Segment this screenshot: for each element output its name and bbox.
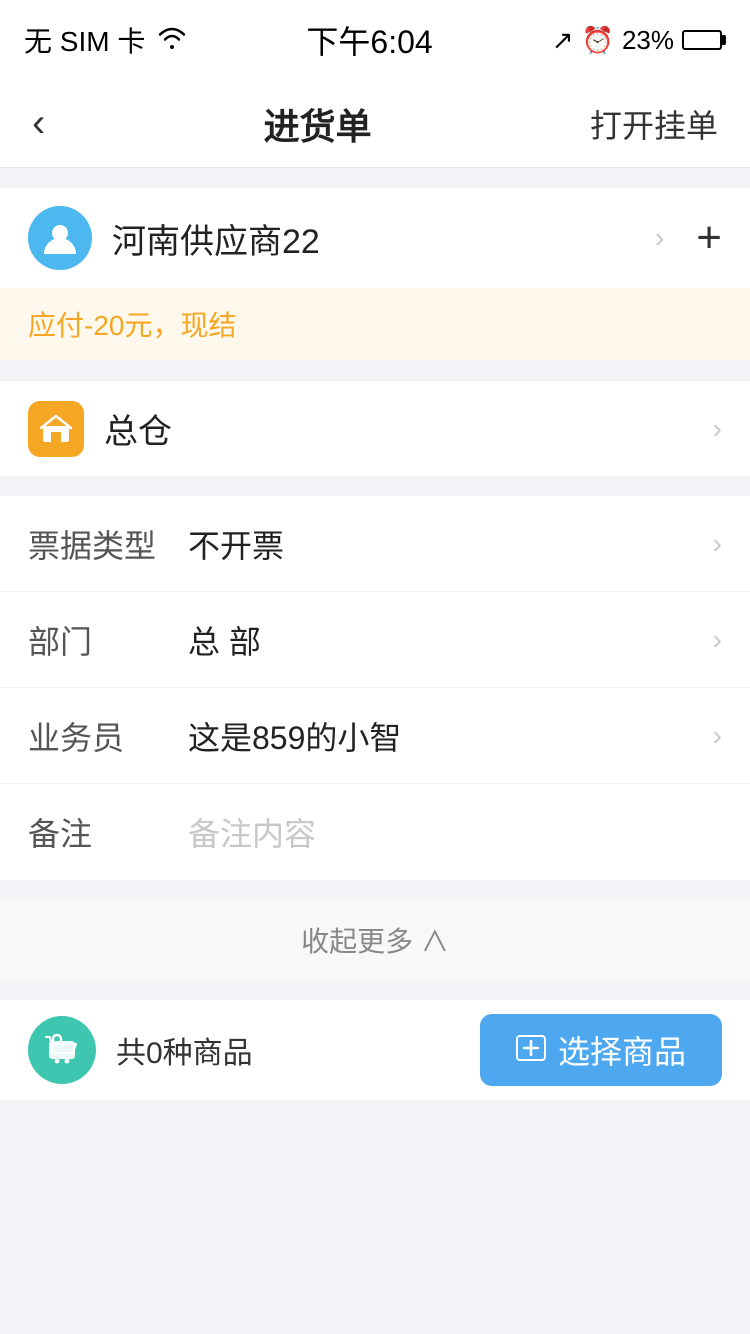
supplier-section: 河南供应商22 › + 应付-20元，现结 [0, 188, 750, 360]
notice-text: 应付-20元，现结 [28, 310, 236, 341]
cart-icon [28, 1016, 96, 1084]
select-product-icon [516, 1032, 546, 1069]
salesperson-row[interactable]: 业务员 这是859的小智 › [0, 688, 750, 784]
open-pending-button[interactable]: 打开挂单 [590, 101, 718, 147]
back-button[interactable]: ‹ [32, 101, 45, 146]
invoice-type-row[interactable]: 票据类型 不开票 › [0, 496, 750, 592]
invoice-chevron-icon: › [713, 528, 722, 560]
collapse-label: 收起更多 ∧ [301, 920, 449, 960]
warehouse-chevron-icon: › [713, 413, 722, 445]
department-row[interactable]: 部门 总 部 › [0, 592, 750, 688]
form-section: 票据类型 不开票 › 部门 总 部 › 业务员 这是859的小智 › 备注 备注… [0, 496, 750, 880]
remark-label: 备注 [28, 809, 168, 855]
bottom-bar: 共0种商品 选择商品 [0, 1000, 750, 1100]
department-label: 部门 [28, 617, 168, 663]
remark-value[interactable]: 备注内容 [168, 809, 722, 855]
battery-percent: 23% [622, 25, 674, 56]
battery-icon [682, 30, 726, 50]
department-chevron-icon: › [713, 624, 722, 656]
add-supplier-button[interactable]: + [696, 216, 722, 260]
invoice-type-label: 票据类型 [28, 521, 168, 567]
spacer-2 [0, 360, 750, 380]
select-product-button[interactable]: 选择商品 [480, 1014, 722, 1086]
location-icon: ↗ [552, 25, 574, 56]
status-time: 下午6:04 [306, 17, 432, 63]
salesperson-value: 这是859的小智 [168, 713, 713, 759]
alarm-icon: ⏰ [582, 25, 614, 56]
supplier-avatar [28, 206, 92, 270]
supplier-name: 河南供应商22 [112, 214, 655, 263]
warehouse-section: 总仓 › [0, 380, 750, 476]
sim-label: 无 SIM 卡 [24, 20, 145, 60]
wifi-icon [157, 24, 187, 56]
spacer-1 [0, 168, 750, 188]
supplier-chevron-icon: › [655, 222, 664, 254]
department-value: 总 部 [168, 617, 713, 663]
status-bar: 无 SIM 卡 下午6:04 ↗ ⏰ 23% [0, 0, 750, 80]
nav-bar: ‹ 进货单 打开挂单 [0, 80, 750, 168]
salesperson-chevron-icon: › [713, 720, 722, 752]
notice-bar: 应付-20元，现结 [0, 288, 750, 360]
warehouse-icon [28, 401, 84, 457]
invoice-type-value: 不开票 [168, 521, 713, 567]
status-left: 无 SIM 卡 [24, 20, 187, 60]
product-count: 共0种商品 [116, 1028, 460, 1072]
collapse-row[interactable]: 收起更多 ∧ [0, 900, 750, 980]
remark-row[interactable]: 备注 备注内容 [0, 784, 750, 880]
warehouse-row[interactable]: 总仓 › [0, 380, 750, 476]
salesperson-label: 业务员 [28, 713, 168, 759]
status-right: ↗ ⏰ 23% [552, 25, 726, 56]
select-product-label: 选择商品 [558, 1027, 686, 1073]
supplier-row[interactable]: 河南供应商22 › + [0, 188, 750, 288]
page-title: 进货单 [264, 98, 372, 150]
warehouse-name: 总仓 [104, 404, 713, 453]
